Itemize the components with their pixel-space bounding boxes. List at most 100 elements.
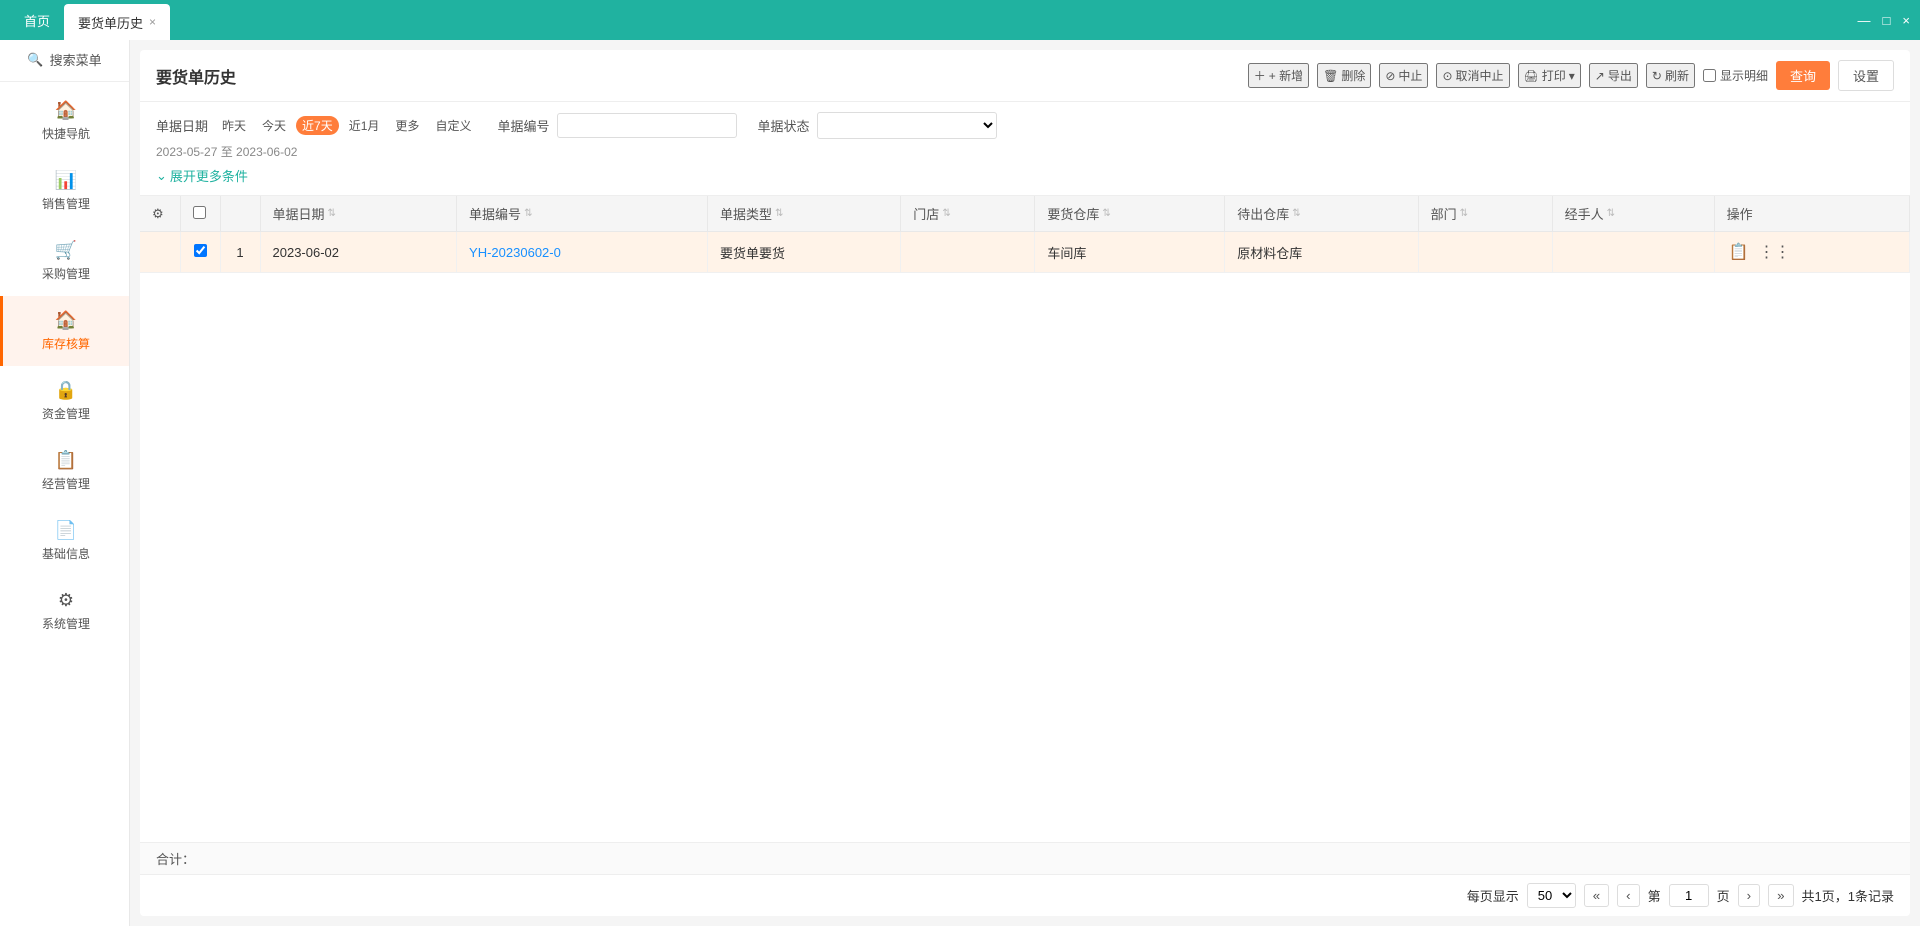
date-btn-today[interactable]: 今天: [256, 116, 292, 135]
minimize-icon[interactable]: —: [1858, 13, 1871, 28]
filter-area: 单据日期 昨天 今天 近7天 近1月 更多 自定义 单据编号: [140, 102, 1910, 196]
date-btn-custom[interactable]: 自定义: [429, 116, 477, 135]
sales-icon: 📊: [55, 170, 77, 191]
date-range-text: 2023-05-27 至 2023-06-02: [156, 145, 297, 159]
delete-button[interactable]: 🗑 删除: [1317, 63, 1371, 88]
sort-handler-icon: ⇅: [1607, 208, 1615, 219]
maximize-icon[interactable]: □: [1883, 13, 1891, 28]
row-date: 2023-06-02: [260, 232, 457, 273]
th-action-label: 操作: [1727, 207, 1753, 222]
sort-department-icon: ⇅: [1460, 208, 1468, 219]
filter-row-1: 单据日期 昨天 今天 近7天 近1月 更多 自定义 单据编号: [156, 112, 1894, 139]
stop-icon: ⊘: [1385, 69, 1395, 83]
setting-button[interactable]: 设置: [1838, 60, 1894, 91]
page-card: 要货单历史 ＋ + 新增 🗑 删除 ⊘ 中止 ⊙: [140, 50, 1910, 916]
doc-status-select[interactable]: [817, 112, 997, 139]
sidebar-item-finance[interactable]: 🔒 资金管理: [0, 366, 129, 436]
purchase-icon: 🛒: [55, 240, 77, 261]
table-footer: 合计：: [140, 842, 1910, 874]
search-menu-icon: 🔍: [27, 52, 43, 68]
show-detail-checkbox[interactable]: [1703, 69, 1716, 82]
row-checkbox[interactable]: [194, 244, 207, 257]
th-req-warehouse[interactable]: 要货仓库 ⇅: [1035, 196, 1225, 232]
doc-status-label: 单据状态: [757, 116, 809, 135]
content-area: 要货单历史 ＋ + 新增 🗑 删除 ⊘ 中止 ⊙: [130, 40, 1920, 926]
export-button-label: 导出: [1608, 67, 1632, 84]
date-btn-more[interactable]: 更多: [389, 116, 425, 135]
page-suffix-label: 页: [1717, 886, 1730, 905]
sidebar-item-system[interactable]: ⚙ 系统管理: [0, 576, 129, 646]
row-view-icon[interactable]: 📋: [1727, 240, 1751, 264]
last-page-btn[interactable]: »: [1768, 884, 1793, 907]
tab-home[interactable]: 首页: [10, 0, 64, 40]
tab-home-label: 首页: [24, 11, 50, 30]
close-icon[interactable]: ×: [1902, 13, 1910, 28]
th-doc-type[interactable]: 单据类型 ⇅: [707, 196, 900, 232]
sidebar-item-sales[interactable]: 📊 销售管理: [0, 156, 129, 226]
print-chevron-icon: ▾: [1569, 69, 1575, 83]
sidebar-item-operation[interactable]: 📋 经营管理: [0, 436, 129, 506]
row-doc-type: 要货单要货: [707, 232, 900, 273]
page-number-input[interactable]: [1669, 884, 1709, 907]
search-menu[interactable]: 🔍 搜索菜单: [0, 40, 129, 82]
tab-requisition-history[interactable]: 要货单历史 ×: [64, 4, 170, 40]
th-department-label: 部门: [1431, 204, 1457, 223]
print-button[interactable]: 🖨 打印 ▾: [1518, 63, 1581, 88]
th-date-label: 单据日期: [273, 204, 325, 223]
th-doc-no[interactable]: 单据编号 ⇅: [457, 196, 708, 232]
sidebar-item-quick-nav[interactable]: 🏠 快捷导航: [0, 86, 129, 156]
th-doc-type-label: 单据类型: [720, 204, 772, 223]
select-all-checkbox[interactable]: [193, 206, 206, 219]
date-range-row: 2023-05-27 至 2023-06-02: [156, 143, 1894, 160]
doc-status-filter-group: 单据状态: [757, 112, 997, 139]
per-page-select[interactable]: 50: [1527, 883, 1576, 908]
top-bar: 首页 要货单历史 × — □ ×: [0, 0, 1920, 40]
next-page-btn[interactable]: ›: [1738, 884, 1760, 907]
new-button-label: + 新增: [1269, 67, 1303, 84]
th-handler[interactable]: 经手人 ⇅: [1552, 196, 1714, 232]
new-button[interactable]: ＋ + 新增: [1248, 63, 1309, 88]
inventory-icon: 🏠: [55, 310, 77, 331]
page-title: 要货单历史: [156, 64, 236, 88]
show-detail-checkbox-label[interactable]: 显示明细: [1703, 67, 1768, 84]
date-btn-1month[interactable]: 近1月: [343, 116, 386, 135]
sort-date-icon: ⇅: [328, 208, 336, 219]
th-pending-warehouse[interactable]: 待出仓库 ⇅: [1225, 196, 1418, 232]
data-table: ⚙ 单据日期 ⇅: [140, 196, 1910, 273]
th-department[interactable]: 部门 ⇅: [1418, 196, 1552, 232]
first-page-btn[interactable]: «: [1584, 884, 1609, 907]
date-filter-group: 单据日期 昨天 今天 近7天 近1月 更多 自定义: [156, 116, 477, 135]
th-shop[interactable]: 门店 ⇅: [901, 196, 1035, 232]
table-area: ⚙ 单据日期 ⇅: [140, 196, 1910, 842]
expand-filter-btn[interactable]: ⌄ 展开更多条件: [156, 166, 1894, 185]
sidebar-item-purchase[interactable]: 🛒 采购管理: [0, 226, 129, 296]
sidebar-item-inventory[interactable]: 🏠 库存核算: [0, 296, 129, 366]
prev-page-btn[interactable]: ‹: [1617, 884, 1639, 907]
sum-label: 合计：: [156, 849, 195, 868]
query-button[interactable]: 查询: [1776, 61, 1830, 90]
row-num: 1: [220, 232, 260, 273]
th-date[interactable]: 单据日期 ⇅: [260, 196, 457, 232]
row-actions: 📋 ⋮⋮: [1714, 232, 1909, 273]
cancel-stop-button[interactable]: ⊙ 取消中止: [1436, 63, 1509, 88]
row-edit-icon[interactable]: ⋮⋮: [1757, 240, 1793, 264]
refresh-button-label: 刷新: [1665, 67, 1689, 84]
sidebar-item-operation-label: 经营管理: [42, 475, 90, 492]
th-settings: ⚙: [140, 196, 180, 232]
doc-number-filter-group: 单据编号: [497, 113, 737, 138]
expand-filter-label: 展开更多条件: [170, 166, 248, 185]
stop-button[interactable]: ⊘ 中止: [1379, 63, 1428, 88]
stop-button-label: 中止: [1398, 67, 1422, 84]
row-doc-no: YH-20230602-0: [457, 232, 708, 273]
refresh-button[interactable]: ↻ 刷新: [1646, 63, 1695, 88]
doc-number-input[interactable]: [557, 113, 737, 138]
quick-nav-icon: 🏠: [55, 100, 77, 121]
sidebar-item-basic-info[interactable]: 📄 基础信息: [0, 506, 129, 576]
date-btn-7days[interactable]: 近7天: [296, 116, 339, 135]
doc-no-link[interactable]: YH-20230602-0: [469, 245, 561, 260]
refresh-icon: ↻: [1652, 69, 1662, 83]
table-row[interactable]: 1 2023-06-02 YH-20230602-0 要货单要货 车间库 原材料…: [140, 232, 1910, 273]
tab-close-icon[interactable]: ×: [149, 15, 156, 29]
date-btn-yesterday[interactable]: 昨天: [216, 116, 252, 135]
export-button[interactable]: ↗ 导出: [1589, 63, 1638, 88]
